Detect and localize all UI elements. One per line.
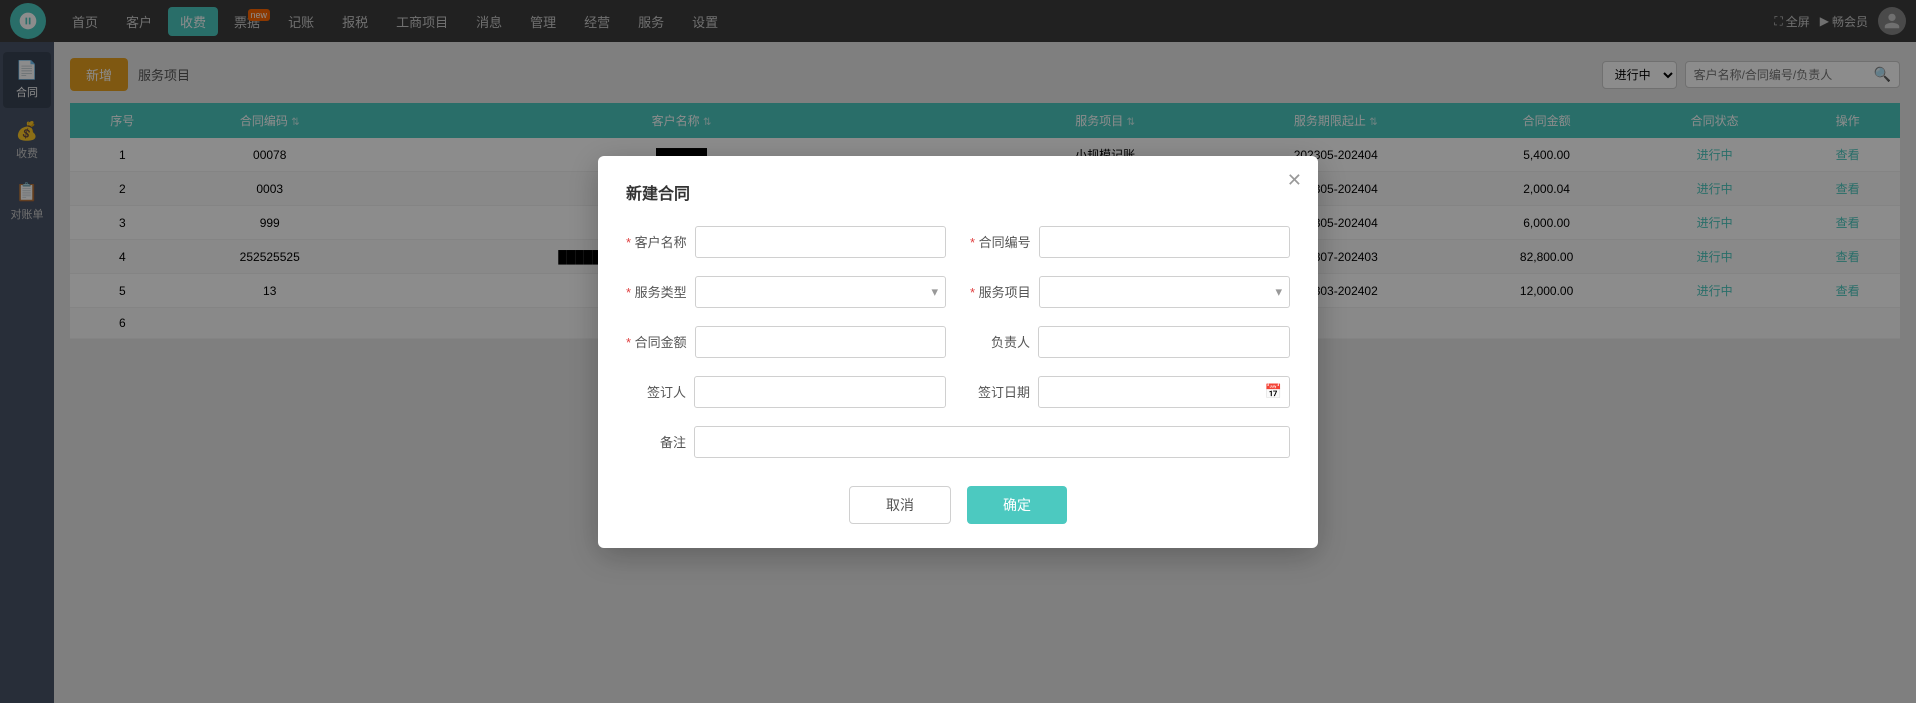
responsible-label: 负责人 <box>970 332 1030 351</box>
signer-label: 签订人 <box>626 382 686 401</box>
modal-footer: 取消 确定 <box>626 486 1290 524</box>
contract-no-field: 合同编号 <box>970 226 1290 258</box>
form-row-4: 签订人 签订日期 2023-06-06 📅 <box>626 376 1290 408</box>
form-row-2: 服务类型 服务项目 <box>626 276 1290 308</box>
signer-input[interactable] <box>694 376 946 408</box>
contract-amount-input[interactable]: 0.00 <box>695 326 946 358</box>
service-item-select[interactable] <box>1039 276 1290 308</box>
customer-name-input[interactable] <box>695 226 946 258</box>
service-item-label: 服务项目 <box>970 282 1031 301</box>
service-type-select-wrapper <box>695 276 946 308</box>
form-row-5: 备注 <box>626 426 1290 458</box>
customer-name-label: 客户名称 <box>626 232 687 251</box>
form-row-3: 合同金额 0.00 负责人 <box>626 326 1290 358</box>
notes-input[interactable] <box>694 426 1290 458</box>
signer-field: 签订人 <box>626 376 946 408</box>
contract-amount-label: 合同金额 <box>626 332 687 351</box>
notes-field: 备注 <box>626 426 1290 458</box>
sign-date-wrapper: 2023-06-06 📅 <box>1038 376 1290 408</box>
modal-overlay[interactable]: 新建合同 ✕ 客户名称 合同编号 服务类型 服务项目 <box>0 0 1916 703</box>
contract-no-input[interactable] <box>1039 226 1290 258</box>
sign-date-input[interactable]: 2023-06-06 <box>1038 376 1290 408</box>
new-contract-modal: 新建合同 ✕ 客户名称 合同编号 服务类型 服务项目 <box>598 156 1318 548</box>
modal-title: 新建合同 <box>626 180 1290 204</box>
sign-date-label: 签订日期 <box>970 382 1030 401</box>
cancel-button[interactable]: 取消 <box>849 486 951 524</box>
contract-no-label: 合同编号 <box>970 232 1031 251</box>
sign-date-field: 签订日期 2023-06-06 📅 <box>970 376 1290 408</box>
calendar-icon[interactable]: 📅 <box>1265 383 1282 400</box>
service-type-select[interactable] <box>695 276 946 308</box>
form-row-1: 客户名称 合同编号 <box>626 226 1290 258</box>
service-item-field: 服务项目 <box>970 276 1290 308</box>
service-type-label: 服务类型 <box>626 282 687 301</box>
notes-label: 备注 <box>626 432 686 451</box>
contract-amount-field: 合同金额 0.00 <box>626 326 946 358</box>
service-type-field: 服务类型 <box>626 276 946 308</box>
confirm-button[interactable]: 确定 <box>967 486 1067 524</box>
responsible-field: 负责人 <box>970 326 1290 358</box>
modal-close-button[interactable]: ✕ <box>1287 170 1302 191</box>
responsible-input[interactable] <box>1038 326 1290 358</box>
service-item-select-wrapper <box>1039 276 1290 308</box>
customer-name-field: 客户名称 <box>626 226 946 258</box>
